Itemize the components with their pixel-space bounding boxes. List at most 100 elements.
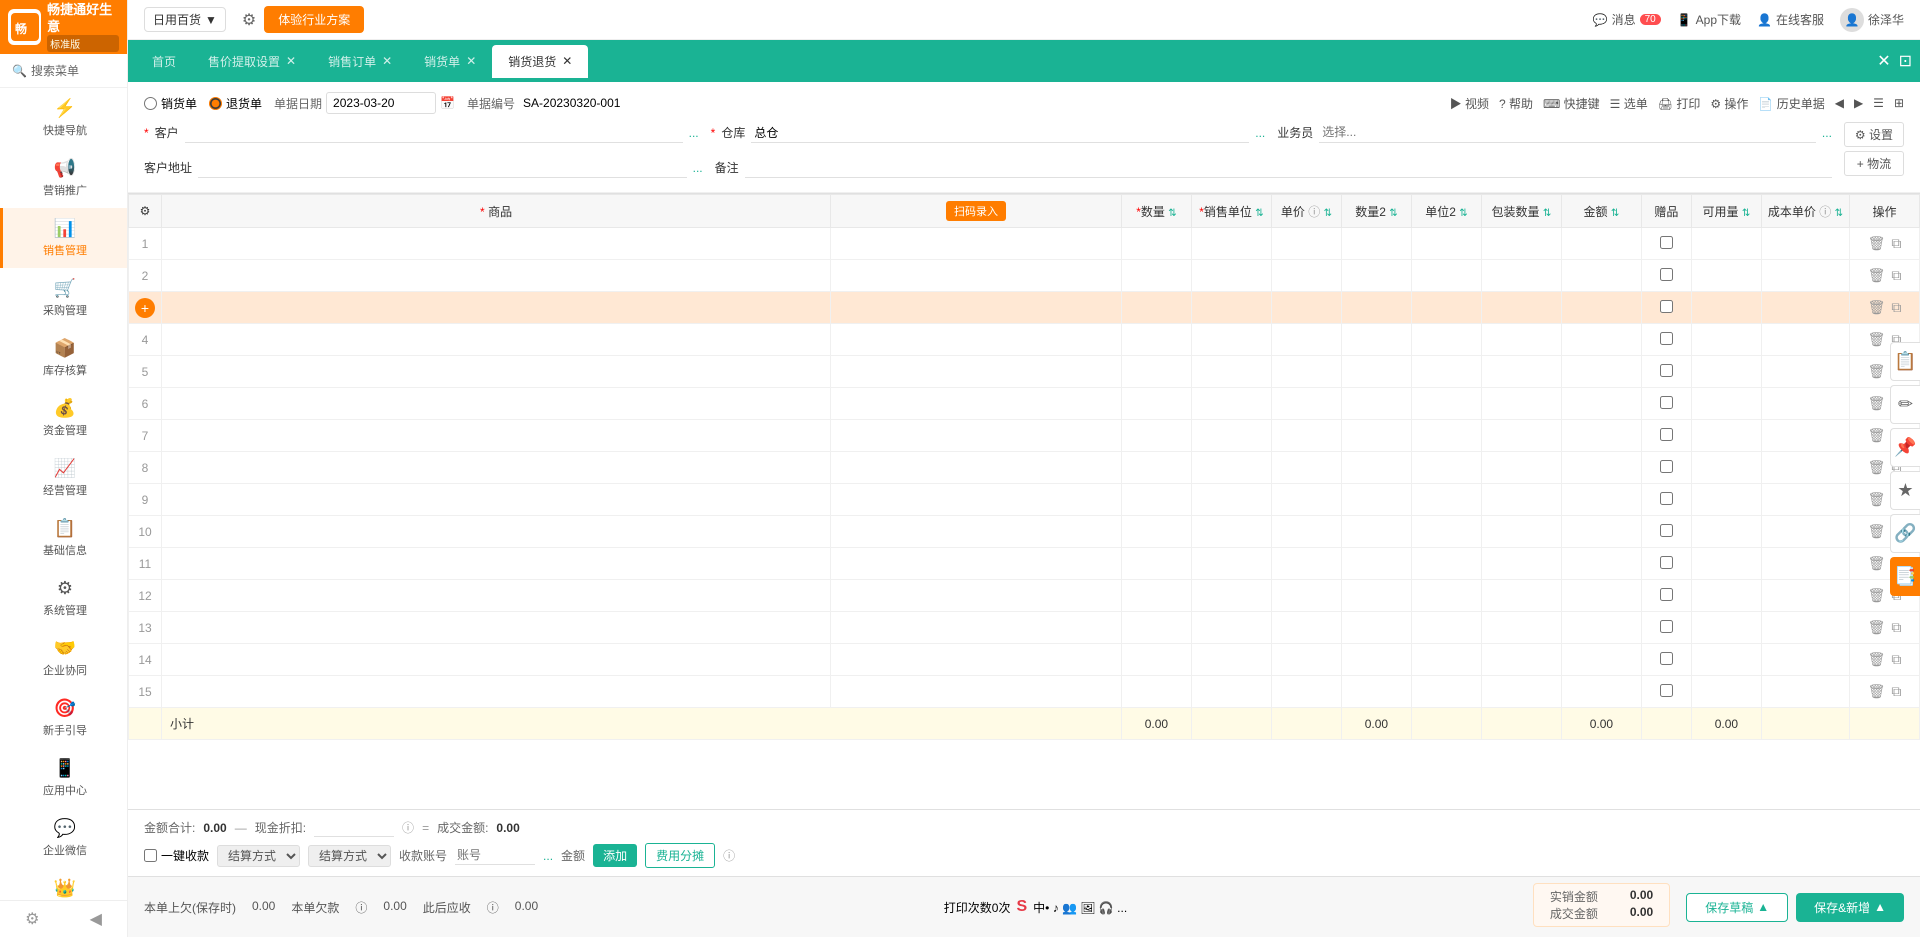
pkg-sort-icon[interactable]: ⇅	[1543, 208, 1551, 219]
delete-icon[interactable]: 🗑	[1868, 395, 1886, 412]
tab-sales-ship[interactable]: 销货单 ✕	[408, 45, 492, 78]
gift-checkbox[interactable]	[1660, 396, 1673, 409]
gift-checkbox[interactable]	[1660, 620, 1673, 633]
radio-sales-input[interactable]	[144, 97, 157, 110]
sidebar-item-newbie[interactable]: 🎯 新手引导	[0, 688, 127, 748]
operate-btn[interactable]: ⚙ 操作	[1710, 95, 1748, 112]
list-view-btn[interactable]: ☰	[1873, 96, 1884, 110]
sidebar-item-finance[interactable]: 💰 资金管理	[0, 388, 127, 448]
tab-price-set[interactable]: 售价提取设置 ✕	[192, 45, 312, 78]
delete-icon[interactable]: 🗑	[1868, 683, 1886, 700]
amount-cell[interactable]	[1561, 228, 1641, 260]
copy-icon[interactable]: ⧉	[1891, 267, 1901, 284]
gift-checkbox[interactable]	[1660, 364, 1673, 377]
tab-close-btn[interactable]: ✕	[1877, 51, 1890, 71]
qty2-sort-icon[interactable]: ⇅	[1389, 208, 1397, 219]
tab-price-set-close[interactable]: ✕	[286, 54, 296, 68]
amount-sort-icon[interactable]: ⇅	[1611, 208, 1619, 219]
product-cell[interactable]	[162, 260, 831, 292]
price-sort-icon[interactable]: ⇅	[1324, 208, 1332, 219]
qty2-cell[interactable]	[1341, 228, 1411, 260]
copy-icon[interactable]: ⧉	[1891, 619, 1901, 636]
address-more-btn[interactable]: ...	[693, 161, 703, 175]
delete-icon[interactable]: 🗑	[1868, 587, 1886, 604]
warehouse-more-btn[interactable]: ...	[1255, 126, 1265, 140]
sidebar-item-sales[interactable]: 📊 销售管理	[0, 208, 127, 268]
unit-cell[interactable]	[1191, 228, 1271, 260]
payment-method-select[interactable]: 结算方式	[217, 845, 300, 867]
video-btn[interactable]: ▶ 视频	[1450, 95, 1489, 112]
copy-icon[interactable]: ⧉	[1891, 683, 1901, 700]
search-menu-btn[interactable]: 🔍 搜索菜单	[0, 54, 127, 88]
account-input[interactable]	[455, 846, 535, 865]
gift-checkbox[interactable]	[1660, 588, 1673, 601]
delete-icon[interactable]: 🗑	[1868, 491, 1886, 508]
gift-checkbox[interactable]	[1660, 492, 1673, 505]
date-input[interactable]	[326, 92, 436, 114]
right-panel-edit-btn[interactable]: ✏	[1890, 385, 1920, 424]
tab-sales-order[interactable]: 销售订单 ✕	[312, 45, 408, 78]
product-input-active[interactable]	[168, 301, 824, 315]
tab-sales-return[interactable]: 销货退货 ✕	[492, 45, 588, 78]
avail-sort-icon[interactable]: ⇅	[1742, 208, 1750, 219]
message-btn[interactable]: 💬 消息 70	[1593, 11, 1661, 28]
radio-return-input[interactable]	[209, 97, 222, 110]
right-panel-pin-btn[interactable]: 📌	[1890, 428, 1920, 467]
radio-sales[interactable]: 销货单	[144, 95, 197, 112]
gift-checkbox[interactable]	[1660, 524, 1673, 537]
pkg-cell[interactable]	[1481, 228, 1561, 260]
salesman-input[interactable]	[1319, 122, 1816, 143]
delete-icon[interactable]: 🗑	[1868, 299, 1886, 316]
unit2-cell[interactable]	[1411, 228, 1481, 260]
remark-input[interactable]	[745, 157, 1832, 178]
unit-sort-icon[interactable]: ⇅	[1255, 208, 1263, 219]
unit2-sort-icon[interactable]: ⇅	[1459, 208, 1467, 219]
delete-icon[interactable]: 🗑	[1868, 235, 1886, 252]
settings-side-btn[interactable]: ⚙ 设置	[1844, 122, 1904, 147]
price-cell[interactable]	[1271, 228, 1341, 260]
delete-icon[interactable]: 🗑	[1868, 555, 1886, 572]
cash-discount-input[interactable]	[314, 818, 394, 837]
sidebar-item-purchase[interactable]: 🛒 采购管理	[0, 268, 127, 328]
avail-cell[interactable]	[1691, 228, 1761, 260]
tab-expand-btn[interactable]: ⊡	[1899, 51, 1912, 71]
delete-icon[interactable]: 🗑	[1868, 267, 1886, 284]
qty-cell[interactable]	[1121, 228, 1191, 260]
calendar-icon[interactable]: 📅	[440, 96, 455, 110]
add-row-cell[interactable]: +	[129, 292, 162, 324]
info-icon[interactable]: ⓘ	[402, 819, 414, 836]
customer-more-btn[interactable]: ...	[689, 126, 699, 140]
sidebar-item-system[interactable]: ⚙ 系统管理	[0, 568, 127, 628]
gift-checkbox[interactable]	[1660, 652, 1673, 665]
sidebar-item-member[interactable]: 👑 畅会员	[0, 868, 127, 900]
sidebar-item-wechat[interactable]: 💬 企业微信	[0, 808, 127, 868]
sidebar-collapse-btn[interactable]: ◀	[90, 909, 102, 929]
salesman-more-btn[interactable]: ...	[1822, 126, 1832, 140]
warehouse-input[interactable]	[751, 122, 1249, 143]
sidebar-item-app[interactable]: 📱 应用中心	[0, 748, 127, 808]
print-btn[interactable]: 🖨 打印	[1658, 95, 1701, 112]
calc-method-select[interactable]: 结算方式	[308, 845, 391, 867]
price-info-icon[interactable]: ⓘ	[1308, 205, 1320, 219]
user-profile-btn[interactable]: 👤 徐泽华	[1840, 8, 1904, 32]
sidebar-item-shortcut[interactable]: ⚡ 快捷导航	[0, 88, 127, 148]
sidebar-item-operation[interactable]: 📈 经营管理	[0, 448, 127, 508]
gift-checkbox[interactable]	[1660, 556, 1673, 569]
radio-return[interactable]: 退货单	[209, 95, 262, 112]
sidebar-item-marketing[interactable]: 📢 营销推广	[0, 148, 127, 208]
save-draft-btn[interactable]: 保存草稿 ▲	[1686, 893, 1788, 922]
add-payment-btn[interactable]: 添加	[593, 844, 637, 867]
gift-cell[interactable]	[1641, 292, 1691, 324]
gift-checkbox[interactable]	[1660, 236, 1673, 249]
copy-icon[interactable]: ⧉	[1891, 235, 1901, 252]
sidebar-item-enterprise[interactable]: 🤝 企业协同	[0, 628, 127, 688]
account-more-btn[interactable]: ...	[543, 849, 553, 863]
product-input[interactable]	[168, 237, 824, 251]
customer-input[interactable]	[185, 122, 683, 143]
logistics-side-btn[interactable]: + 物流	[1844, 151, 1904, 176]
delete-icon[interactable]: 🗑	[1868, 619, 1886, 636]
delete-icon[interactable]: 🗑	[1868, 363, 1886, 380]
delete-icon[interactable]: 🗑	[1868, 523, 1886, 540]
gift-cell[interactable]	[1641, 260, 1691, 292]
copy-icon[interactable]: ⧉	[1891, 299, 1901, 316]
